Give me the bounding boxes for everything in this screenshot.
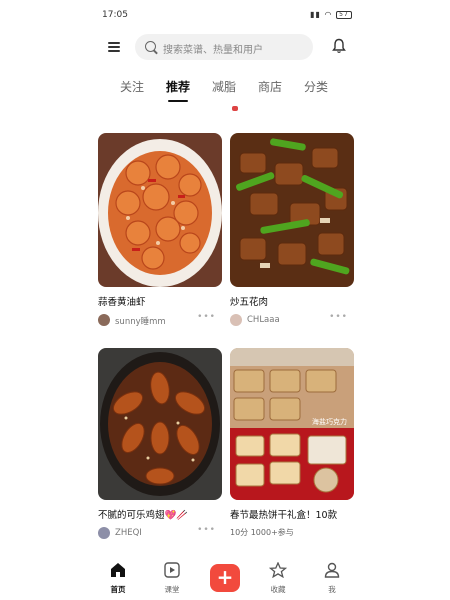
status-bar: 17:05 ▮▮ ◠ 57 xyxy=(102,8,352,24)
more-icon[interactable]: ••• xyxy=(197,525,216,535)
avatar[interactable] xyxy=(230,314,242,326)
more-icon[interactable]: ••• xyxy=(197,312,216,322)
battery-icon: 57 xyxy=(336,10,352,19)
avatar[interactable] xyxy=(98,314,110,326)
recipe-meta: sunny睡mm ••• xyxy=(98,312,222,328)
nav-favorites-label: 收藏 xyxy=(270,585,286,594)
wifi-icon: ◠ xyxy=(324,10,336,19)
bottom-navigation: 首页 课堂 + 收藏 我 xyxy=(90,556,362,600)
bell-icon[interactable] xyxy=(332,38,346,54)
menu-icon[interactable] xyxy=(108,42,120,52)
scroll-peek-image xyxy=(232,106,238,111)
search-placeholder: 搜索菜谱、热量和用户 xyxy=(163,45,263,56)
nav-home-label: 首页 xyxy=(110,585,126,594)
recipe-title: 春节最热饼干礼盒！10款 xyxy=(230,510,338,521)
nav-course[interactable]: 课堂 xyxy=(152,562,192,595)
recipe-image-cookie-box: 海盐巧克力 xyxy=(230,348,354,500)
tab-categories[interactable]: 分类 xyxy=(304,78,328,95)
recipe-title: 蒜香黄油虾 xyxy=(98,297,146,308)
avatar[interactable] xyxy=(98,527,110,539)
nav-home[interactable]: 首页 xyxy=(98,562,138,595)
tab-following[interactable]: 关注 xyxy=(120,78,144,95)
add-recipe-button[interactable]: + xyxy=(210,564,240,592)
recipe-title: 炒五花肉 xyxy=(230,297,269,308)
author-name[interactable]: CHLaaa xyxy=(247,315,280,325)
tab-recommended[interactable]: 推荐 xyxy=(166,78,190,102)
nav-favorites[interactable]: 收藏 xyxy=(258,561,298,595)
recipe-meta: CHLaaa ••• xyxy=(230,312,354,328)
cookie-box-overlay-text: 海盐巧克力 xyxy=(312,417,347,426)
star-icon xyxy=(268,561,288,579)
top-bar: 搜索菜谱、热量和用户 xyxy=(100,34,352,62)
recipe-card[interactable]: 海盐巧克力 春节最热饼干礼盒！10款 10分 1000+参与 xyxy=(230,348,354,538)
recipe-title: 不腻的可乐鸡翅💖🥢 xyxy=(98,510,189,521)
author-name[interactable]: sunny睡mm xyxy=(115,315,166,327)
recipe-card[interactable]: 炒五花肉 CHLaaa ••• xyxy=(230,133,354,328)
status-time: 17:05 xyxy=(102,10,128,20)
recipe-image-shrimp xyxy=(98,133,222,287)
nav-course-label: 课堂 xyxy=(164,585,180,594)
search-bar[interactable]: 搜索菜谱、热量和用户 xyxy=(135,34,313,60)
recipe-card[interactable]: 蒜香黄油虾 sunny睡mm ••• xyxy=(98,133,222,328)
category-tabs: 关注 推荐 减脂 商店 分类 xyxy=(108,78,344,102)
search-icon xyxy=(145,41,156,52)
signal-icon: ▮▮ xyxy=(310,10,325,19)
recipe-card[interactable]: 不腻的可乐鸡翅💖🥢 ZHEQI ••• xyxy=(98,348,222,541)
author-name[interactable]: ZHEQI xyxy=(115,528,142,538)
nav-me-label: 我 xyxy=(328,585,336,594)
recipe-stats: 10分 1000+参与 xyxy=(230,528,294,537)
nav-me[interactable]: 我 xyxy=(312,562,352,595)
recipe-image-chicken-wings xyxy=(98,348,222,500)
tab-fat-loss[interactable]: 减脂 xyxy=(212,78,236,95)
more-icon[interactable]: ••• xyxy=(329,312,348,322)
play-icon xyxy=(164,562,180,578)
recipe-image-pork xyxy=(230,133,354,287)
home-icon xyxy=(111,563,125,577)
recipe-meta: ZHEQI ••• xyxy=(98,525,222,541)
status-icons: ▮▮ ◠ 57 xyxy=(310,10,352,19)
app-screen: 17:05 ▮▮ ◠ 57 搜索菜谱、热量和用户 关注 推荐 减脂 商店 分类 xyxy=(90,0,362,600)
tab-store[interactable]: 商店 xyxy=(258,78,282,95)
user-icon xyxy=(324,562,340,578)
